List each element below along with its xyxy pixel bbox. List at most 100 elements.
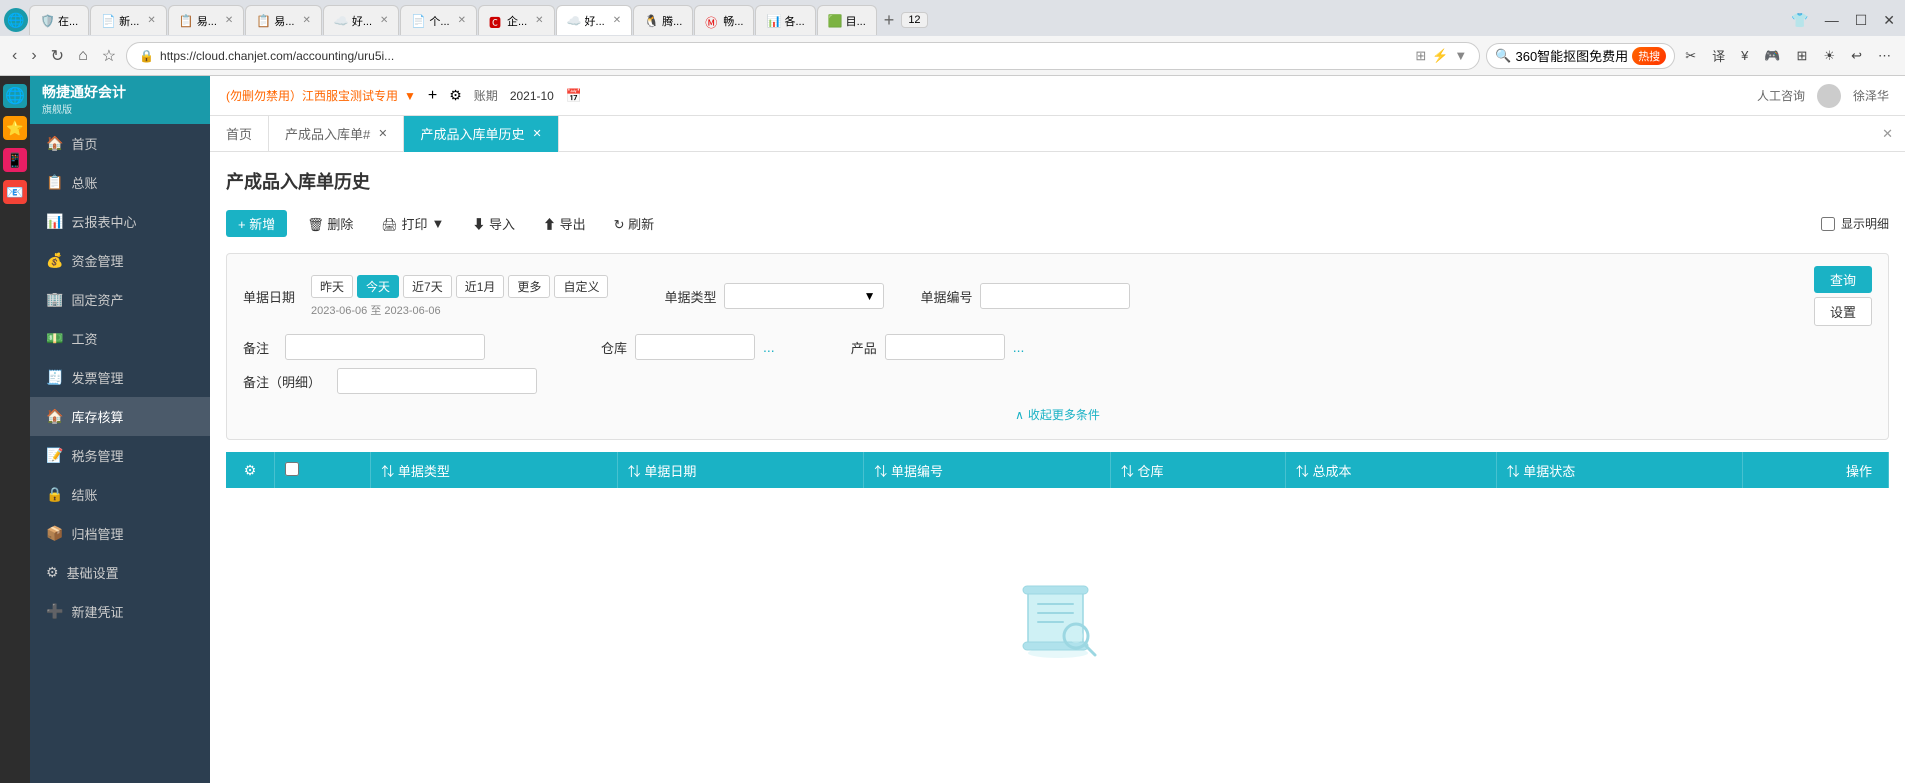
tab-page-list-close[interactable]: ✕ <box>378 127 387 140</box>
sidebar-item-inventory[interactable]: 🏠 库存核算 <box>30 397 210 436</box>
bookmark-btn[interactable]: ☆ <box>98 46 120 66</box>
sidebar-item-invoice[interactable]: 🧾 发票管理 <box>30 358 210 397</box>
table-col-warehouse[interactable]: ⇅ 仓库 <box>1110 452 1285 488</box>
dropdown-arrow[interactable]: ▼ <box>1454 48 1467 63</box>
back-btn[interactable]: ‹ <box>8 47 21 65</box>
add-period-btn[interactable]: + <box>428 87 437 105</box>
table-gear-btn[interactable]: ⚙ <box>236 456 264 484</box>
delete-btn[interactable]: 🗑 删除 <box>299 212 361 235</box>
maximize-btn[interactable]: ☐ <box>1849 12 1874 29</box>
game-btn[interactable]: 🎮 <box>1758 46 1786 66</box>
show-detail-checkbox[interactable] <box>1821 217 1835 231</box>
tab-1[interactable]: 🛡️ 在... <box>29 5 89 35</box>
sidebar-item-report[interactable]: 📊 云报表中心 <box>30 202 210 241</box>
query-btn[interactable]: 查询 <box>1814 266 1872 293</box>
shirt-icon-btn[interactable]: 👕 <box>1785 12 1814 29</box>
calendar-icon[interactable]: 📅 <box>566 88 582 104</box>
period-value[interactable]: 2021-10 <box>510 89 554 103</box>
icon-sidebar-item-3[interactable]: 📧 <box>3 180 27 204</box>
table-select-all-checkbox[interactable] <box>285 462 299 476</box>
product-ellipsis-btn[interactable]: ... <box>1013 339 1025 355</box>
translate-btn[interactable]: 译 <box>1706 44 1731 67</box>
warehouse-ellipsis-btn[interactable]: ... <box>763 339 775 355</box>
sidebar-item-checkout[interactable]: 🔒 结账 <box>30 475 210 514</box>
tab-3-close[interactable]: ✕ <box>225 15 233 26</box>
header-settings-btn[interactable]: ⚙ <box>449 87 462 104</box>
note-detail-input[interactable] <box>337 368 537 394</box>
yuan-btn[interactable]: ¥ <box>1735 46 1754 65</box>
tab-page-history[interactable]: 产成品入库单历史 ✕ <box>404 116 558 152</box>
scissors-btn[interactable]: ✂ <box>1679 46 1702 66</box>
add-btn[interactable]: + 新增 <box>226 210 287 237</box>
warehouse-input[interactable] <box>635 334 755 360</box>
table-col-total-cost[interactable]: ⇅ 总成本 <box>1285 452 1496 488</box>
tab-page-home[interactable]: 首页 <box>210 116 269 152</box>
table-col-status[interactable]: ⇅ 单据状态 <box>1496 452 1743 488</box>
more-btn[interactable]: ⋯ <box>1872 46 1897 66</box>
more-date-btn[interactable]: 更多 <box>508 275 550 298</box>
7days-btn[interactable]: 近7天 <box>403 275 452 298</box>
tab-7[interactable]: 🅲 企... ✕ <box>478 5 555 35</box>
yesterday-btn[interactable]: 昨天 <box>311 275 353 298</box>
sidebar-item-salary[interactable]: 💵 工资 <box>30 319 210 358</box>
apps-btn[interactable]: ⊞ <box>1791 46 1814 66</box>
url-box[interactable]: 🔒 https://cloud.chanjet.com/accounting/u… <box>126 42 1480 70</box>
tab-5-close[interactable]: ✕ <box>380 15 388 26</box>
note-input[interactable] <box>285 334 485 360</box>
user-name[interactable]: 徐泽华 <box>1853 87 1889 104</box>
close-btn[interactable]: ✕ <box>1877 12 1901 29</box>
table-col-no[interactable]: ⇅ 单据编号 <box>864 452 1111 488</box>
user-service-btn[interactable]: 人工咨询 <box>1757 87 1805 104</box>
refresh-nav-btn[interactable]: ↻ <box>47 46 68 66</box>
tab-page-history-close[interactable]: ✕ <box>532 127 541 140</box>
sidebar-item-new-voucher[interactable]: ➕ 新建凭证 <box>30 592 210 631</box>
icon-sidebar-item-1[interactable]: ⭐ <box>3 116 27 140</box>
product-input[interactable] <box>885 334 1005 360</box>
1month-btn[interactable]: 近1月 <box>456 275 505 298</box>
icon-sidebar-item-2[interactable]: 📱 <box>3 148 27 172</box>
minimize-btn[interactable]: — <box>1819 12 1845 28</box>
tab-7-close[interactable]: ✕ <box>535 15 543 26</box>
sidebar-item-archive[interactable]: 📦 归档管理 <box>30 514 210 553</box>
tab-4-close[interactable]: ✕ <box>302 15 310 26</box>
new-tab-button[interactable]: + <box>878 10 901 31</box>
voucher-type-select[interactable]: ▼ <box>724 283 884 309</box>
tab-12[interactable]: 🟩 目... <box>817 5 877 35</box>
tab-9[interactable]: 🐧 腾... <box>633 5 693 35</box>
table-gear-col[interactable]: ⚙ <box>226 452 275 488</box>
voucher-no-input[interactable] <box>980 283 1130 309</box>
tab-2[interactable]: 📄 新... ✕ <box>90 5 167 35</box>
tab-8[interactable]: ☁️ 好... ✕ <box>556 5 633 35</box>
tab-6[interactable]: 📄 个... ✕ <box>400 5 477 35</box>
panel-close-icon[interactable]: ✕ <box>1870 126 1905 142</box>
tab-4[interactable]: 📋 易... ✕ <box>245 5 322 35</box>
sidebar-item-tax[interactable]: 📝 税务管理 <box>30 436 210 475</box>
export-btn[interactable]: ⬆ 导出 <box>535 212 594 235</box>
theme-btn[interactable]: ☀ <box>1817 46 1841 66</box>
table-col-date[interactable]: ⇅ 单据日期 <box>617 452 864 488</box>
company-select[interactable]: (勿删勿禁用）江西服宝测试专用 ▼ <box>226 87 416 104</box>
tab-8-close[interactable]: ✕ <box>613 15 621 26</box>
collapse-btn[interactable]: ∧ 收起更多条件 <box>243 402 1872 427</box>
tab-11[interactable]: 📊 各... <box>755 5 815 35</box>
today-btn[interactable]: 今天 <box>357 275 399 298</box>
home-nav-btn[interactable]: ⌂ <box>74 47 92 65</box>
tab-3[interactable]: 📋 易... ✕ <box>168 5 245 35</box>
sidebar-item-ledger[interactable]: 📋 总账 <box>30 163 210 202</box>
sidebar-item-fund[interactable]: 💰 资金管理 <box>30 241 210 280</box>
tab-10[interactable]: Ⓜ 畅... <box>694 5 754 35</box>
tab-6-close[interactable]: ✕ <box>458 15 466 26</box>
tab-5[interactable]: ☁️ 好... ✕ <box>323 5 400 35</box>
print-btn[interactable]: 🖨 打印 ▼ <box>373 212 452 235</box>
forward-btn[interactable]: › <box>27 47 40 65</box>
tab-page-list[interactable]: 产成品入库单# ✕ <box>269 116 404 152</box>
refresh-btn[interactable]: ↻ 刷新 <box>606 212 663 235</box>
undo-btn[interactable]: ↩ <box>1845 46 1868 66</box>
custom-date-btn[interactable]: 自定义 <box>554 275 608 298</box>
import-btn[interactable]: ⬇ 导入 <box>464 212 523 235</box>
table-col-voucher-type[interactable]: ⇅ 单据类型 <box>371 452 618 488</box>
sidebar-item-home[interactable]: 🏠 首页 <box>30 124 210 163</box>
search-box[interactable]: 🔍 360智能抠图免费用 热搜 <box>1486 43 1675 69</box>
tab-2-close[interactable]: ✕ <box>147 15 155 26</box>
chanjet-logo[interactable]: 🌐 <box>3 84 27 108</box>
